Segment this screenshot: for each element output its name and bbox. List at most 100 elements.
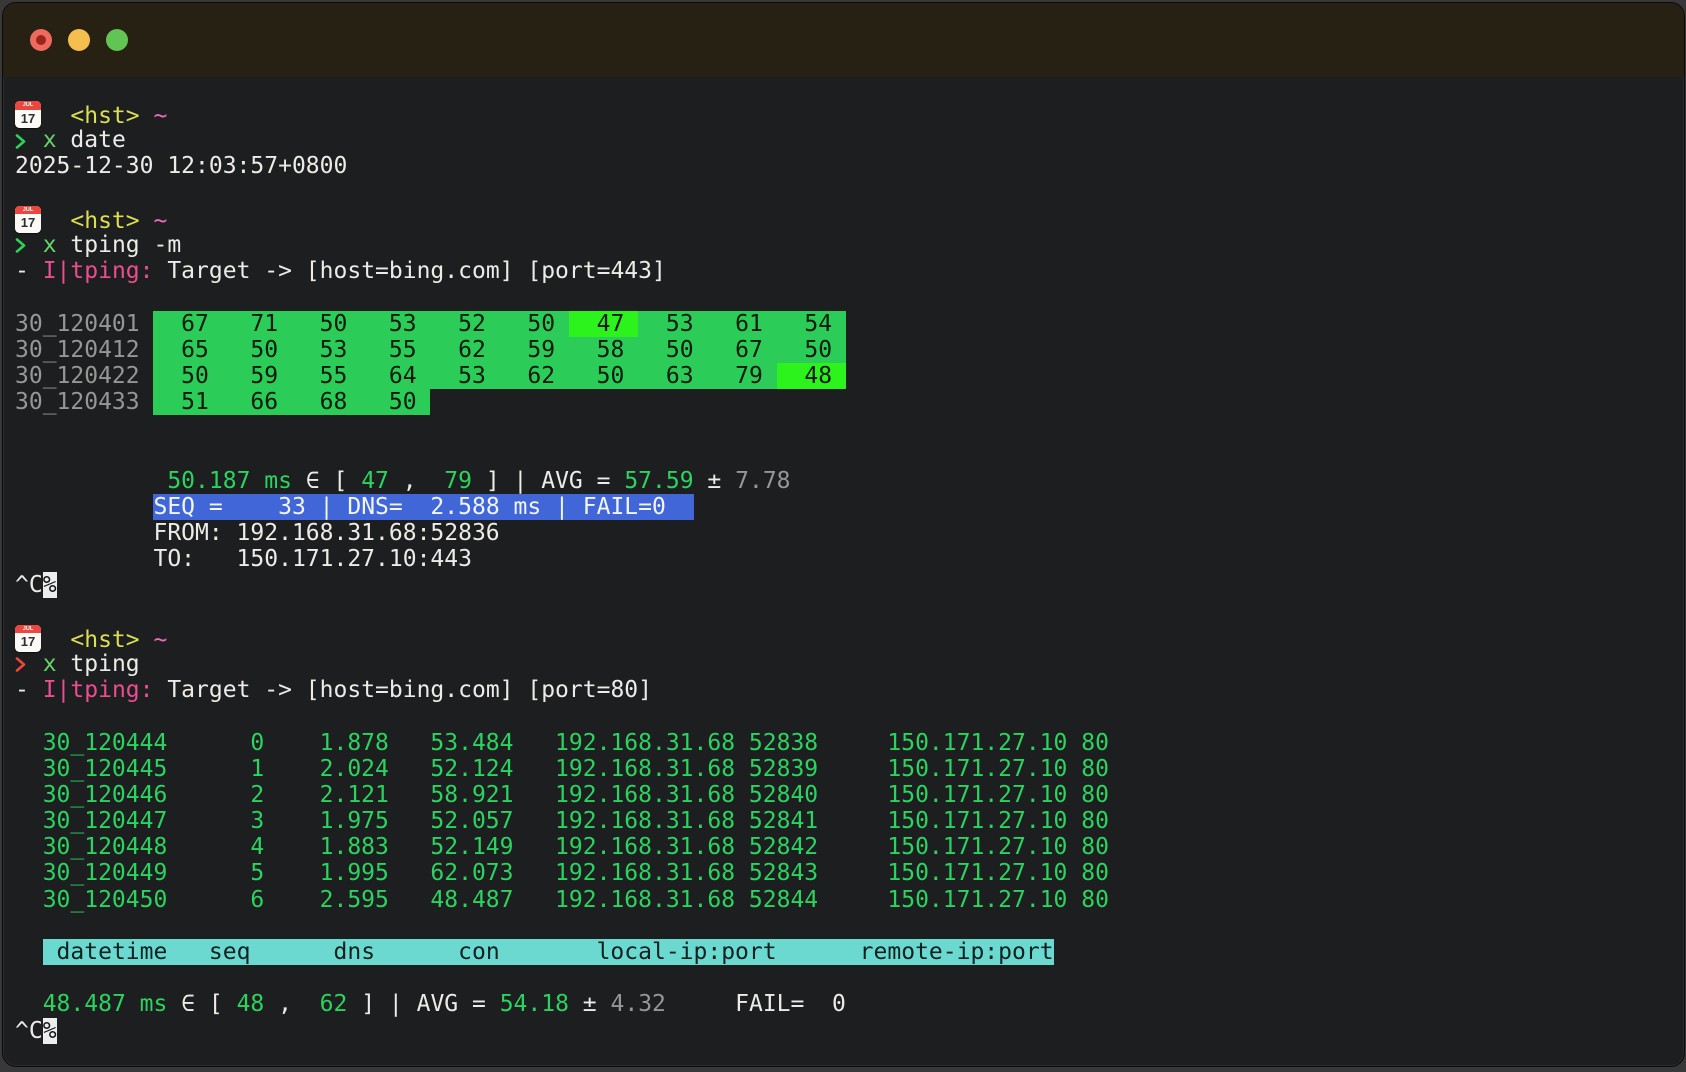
terminal-line: 30_120446 2 2.121 58.921 192.168.31.68 5… xyxy=(15,782,1684,808)
terminal-line: ^C% xyxy=(15,572,1684,599)
terminal-text: 53 xyxy=(291,336,362,363)
ping-row: 30_120444 0 1.878 53.484 192.168.31.68 5… xyxy=(15,729,1109,756)
terminal-text: 52 xyxy=(430,310,500,337)
from-endpoint: FROM: 192.168.31.68:52836 xyxy=(15,520,500,546)
terminal-line: 30_120447 3 1.975 52.057 192.168.31.68 5… xyxy=(15,808,1684,834)
terminal-text: 50 xyxy=(568,362,639,389)
terminal-content[interactable]: JUL 17 <hst> ~ x date 2025-12-30 12:03:57+… xyxy=(3,77,1684,1044)
terminal-text: 67 xyxy=(707,336,777,363)
terminal-line: 30_120445 1 2.024 52.124 192.168.31.68 5… xyxy=(15,756,1684,782)
terminal-text: x xyxy=(42,231,57,258)
terminal-text: 65 xyxy=(153,336,223,363)
to-endpoint: TO: 150.171.27.10:443 xyxy=(15,546,472,573)
terminal-line: SEQ = 33 | DNS= 2.588 ms | FAIL=0 xyxy=(15,493,1684,520)
terminal-text: 50 xyxy=(499,310,569,337)
terminal-line: JUL 17 <hst> ~ xyxy=(15,205,1684,234)
terminal-text: 50 xyxy=(776,336,846,363)
partial-line-marker: % xyxy=(42,572,57,599)
matrix-min-cell: 48 xyxy=(776,362,846,389)
terminal-line: datetime seq dns con local-ip:port remot… xyxy=(15,939,1684,965)
terminal-text: 54 xyxy=(776,310,846,337)
last-rtt: 50.187 ms xyxy=(167,467,292,494)
date-output: 2025-12-30 12:03:57+0800 xyxy=(15,153,348,180)
partial-line-marker: % xyxy=(42,1017,57,1044)
terminal-text: 55 xyxy=(291,362,362,389)
terminal-text: ] | AVG = xyxy=(472,467,625,494)
terminal-text: 79 xyxy=(707,362,777,389)
min-rtt: 48 xyxy=(236,991,265,1018)
terminal-line: 30_120449 5 1.995 62.073 192.168.31.68 5… xyxy=(15,860,1684,886)
prompt-arrow-icon xyxy=(15,651,29,677)
terminal-line: 30_120412 65 50 53 55 62 59 58 50 67 50 xyxy=(15,336,1684,363)
terminal-line: 30_120422 50 59 55 64 53 62 50 63 79 48 xyxy=(15,362,1684,389)
prompt-host: <hst> xyxy=(70,207,140,234)
terminal-text: 66 xyxy=(222,389,292,416)
terminal-text: 50 xyxy=(638,336,708,363)
terminal-window: JUL 17 <hst> ~ x date 2025-12-30 12:03:57+… xyxy=(2,2,1685,1067)
terminal-line: JUL 17 <hst> ~ xyxy=(15,624,1684,653)
minimize-button[interactable] xyxy=(68,29,90,51)
ping-row: 30_120445 1 2.024 52.124 192.168.31.68 5… xyxy=(15,755,1109,782)
terminal-line: x date xyxy=(15,127,1684,153)
command-text: tping xyxy=(56,650,140,677)
prompt-arrow-icon xyxy=(15,232,29,258)
matrix-row-label: 30_120412 xyxy=(15,336,140,363)
log-tag: I|tping: xyxy=(42,258,154,285)
calendar-icon: JUL 17 xyxy=(15,205,43,233)
terminal-text: , xyxy=(388,467,445,494)
terminal-text: 53 xyxy=(638,310,708,337)
prompt-cwd: ~ xyxy=(153,626,168,653)
window-titlebar[interactable] xyxy=(3,3,1684,77)
ping-row: 30_120446 2 2.121 58.921 192.168.31.68 5… xyxy=(15,781,1109,808)
terminal-text: Target -> [host=bing.com] [port=443] xyxy=(153,258,666,285)
matrix-min-cell: 47 xyxy=(568,310,639,337)
max-rtt: 62 xyxy=(319,991,348,1018)
terminal-line: x tping xyxy=(15,651,1684,677)
terminal-line: 30_120433 51 66 68 50 xyxy=(15,389,1684,416)
terminal-text: 61 xyxy=(707,310,777,337)
terminal-text: 51 xyxy=(153,389,223,416)
avg-rtt: 54.18 xyxy=(499,991,569,1018)
calendar-icon: JUL 17 xyxy=(15,624,43,652)
terminal-text: 55 xyxy=(361,336,431,363)
terminal-text: 50 xyxy=(291,310,362,337)
terminal-text: ∈ [ xyxy=(291,467,362,494)
terminal-text: ] | AVG = xyxy=(347,991,500,1018)
terminal-line: TO: 150.171.27.10:443 xyxy=(15,546,1684,572)
terminal-line: - I|tping: Target -> [host=bing.com] [po… xyxy=(15,258,1684,284)
last-rtt: 48.487 ms xyxy=(42,991,168,1018)
terminal-text: ± xyxy=(693,467,736,494)
terminal-text: ± xyxy=(568,991,611,1018)
terminal-text: Target -> [host=bing.com] [port=80] xyxy=(153,677,652,704)
terminal-text: 53 xyxy=(430,362,500,389)
zoom-button[interactable] xyxy=(106,29,128,51)
terminal-text: ∈ [ xyxy=(167,991,237,1018)
table-header-bar: datetime seq dns con local-ip:port remot… xyxy=(42,939,1054,965)
log-tag: I|tping: xyxy=(42,677,154,704)
terminal-line: 50.187 ms ∈ [ 47 , 79 ] | AVG = 57.59 ± … xyxy=(15,468,1684,494)
sigint-echo: ^C xyxy=(15,1017,43,1044)
terminal-text: 71 xyxy=(222,310,292,337)
sigint-echo: ^C xyxy=(15,572,43,599)
terminal-line: - I|tping: Target -> [host=bing.com] [po… xyxy=(15,677,1684,703)
seq-status-bar: SEQ = 33 | DNS= 2.588 ms | FAIL=0 xyxy=(153,493,694,520)
terminal-line: 48.487 ms ∈ [ 48 , 62 ] | AVG = 54.18 ± … xyxy=(15,991,1684,1017)
terminal-line: 30_120401 67 71 50 53 52 50 47 53 61 54 xyxy=(15,310,1684,337)
min-rtt: 47 xyxy=(361,467,389,494)
close-button[interactable] xyxy=(30,29,52,51)
ping-row: 30_120447 3 1.975 52.057 192.168.31.68 5… xyxy=(15,808,1109,835)
